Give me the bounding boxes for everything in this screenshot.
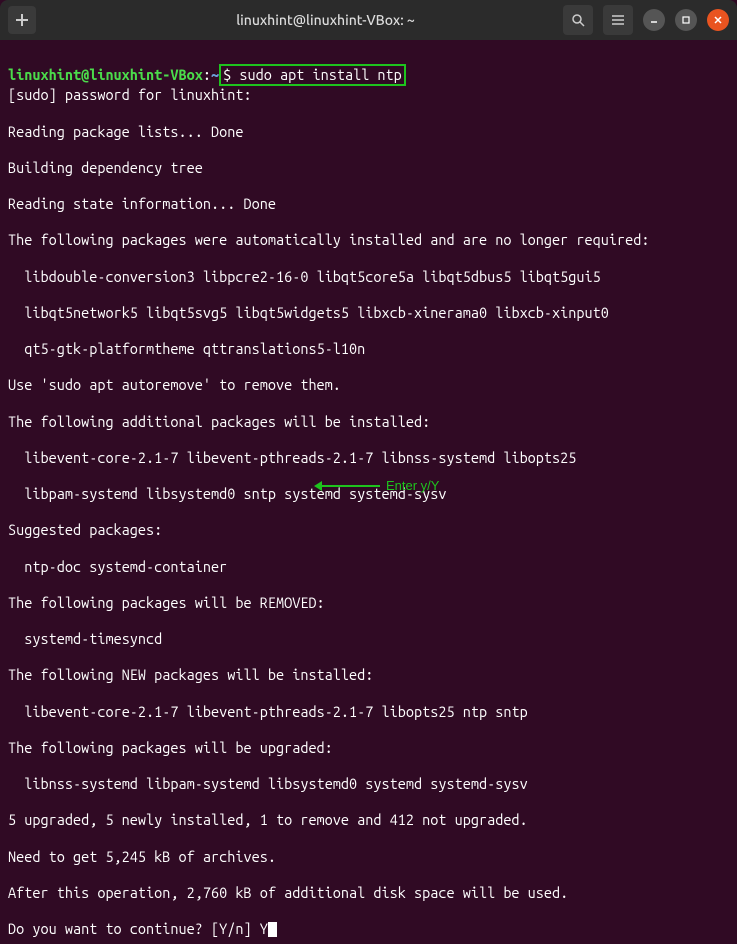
arrow-head-icon [314,481,322,491]
titlebar-right [563,5,729,35]
window-titlebar: linuxhint@linuxhint-VBox: ~ [0,0,737,40]
maximize-button[interactable] [675,9,697,31]
menu-button[interactable] [603,5,633,35]
output-line: libevent-core-2.1-7 libevent-pthreads-2.… [8,703,729,721]
output-line: Use 'sudo apt autoremove' to remove them… [8,376,729,394]
output-line: Reading package lists... Done [8,123,729,141]
output-line: libnss-systemd libpam-systemd libsystemd… [8,775,729,793]
prompt-user-host: linuxhint@linuxhint-VBox [8,66,203,83]
search-icon [571,13,585,27]
output-line: Reading state information... Done [8,195,729,213]
new-tab-button[interactable] [8,6,36,34]
output-line: Suggested packages: [8,521,729,539]
output-line: The following packages will be REMOVED: [8,594,729,612]
command-text: sudo apt install ntp [239,66,401,83]
output-line: qt5-gtk-platformtheme qttranslations5-l1… [8,340,729,358]
annotation-label: Enter y/Y [386,478,439,493]
search-button[interactable] [563,5,593,35]
output-line: ntp-doc systemd-container [8,558,729,576]
prompt-path: ~ [211,66,219,83]
window-title: linuxhint@linuxhint-VBox: ~ [88,12,563,28]
terminal-cursor [268,922,277,937]
output-line: The following packages were automaticall… [8,231,729,249]
output-line: 5 upgraded, 5 newly installed, 1 to remo… [8,811,729,829]
close-button[interactable] [707,9,729,31]
output-line: systemd-timesyncd [8,630,729,648]
output-line: libdouble-conversion3 libpcre2-16-0 libq… [8,268,729,286]
output-line: The following packages will be upgraded: [8,739,729,757]
minimize-icon [649,15,659,25]
output-line: The following NEW packages will be insta… [8,666,729,684]
output-line: The following additional packages will b… [8,413,729,431]
output-line: [sudo] password for linuxhint: [8,86,729,104]
prompt-colon: : [203,66,211,83]
close-icon [713,15,723,25]
titlebar-left [8,6,88,34]
arrow-line [320,485,380,487]
annotation-arrow: Enter y/Y [320,478,439,493]
output-line: libevent-core-2.1-7 libevent-pthreads-2.… [8,449,729,467]
plus-icon [15,13,29,27]
maximize-icon [681,15,691,25]
hamburger-icon [611,13,625,27]
output-line: Need to get 5,245 kB of archives. [8,848,729,866]
continue-prompt: Do you want to continue? [Y/n] Y [8,920,268,937]
highlighted-command: $ sudo apt install ntp [219,64,406,86]
output-line: Building dependency tree [8,159,729,177]
output-line: After this operation, 2,760 kB of additi… [8,884,729,902]
minimize-button[interactable] [643,9,665,31]
output-line: libqt5network5 libqt5svg5 libqt5widgets5… [8,304,729,322]
